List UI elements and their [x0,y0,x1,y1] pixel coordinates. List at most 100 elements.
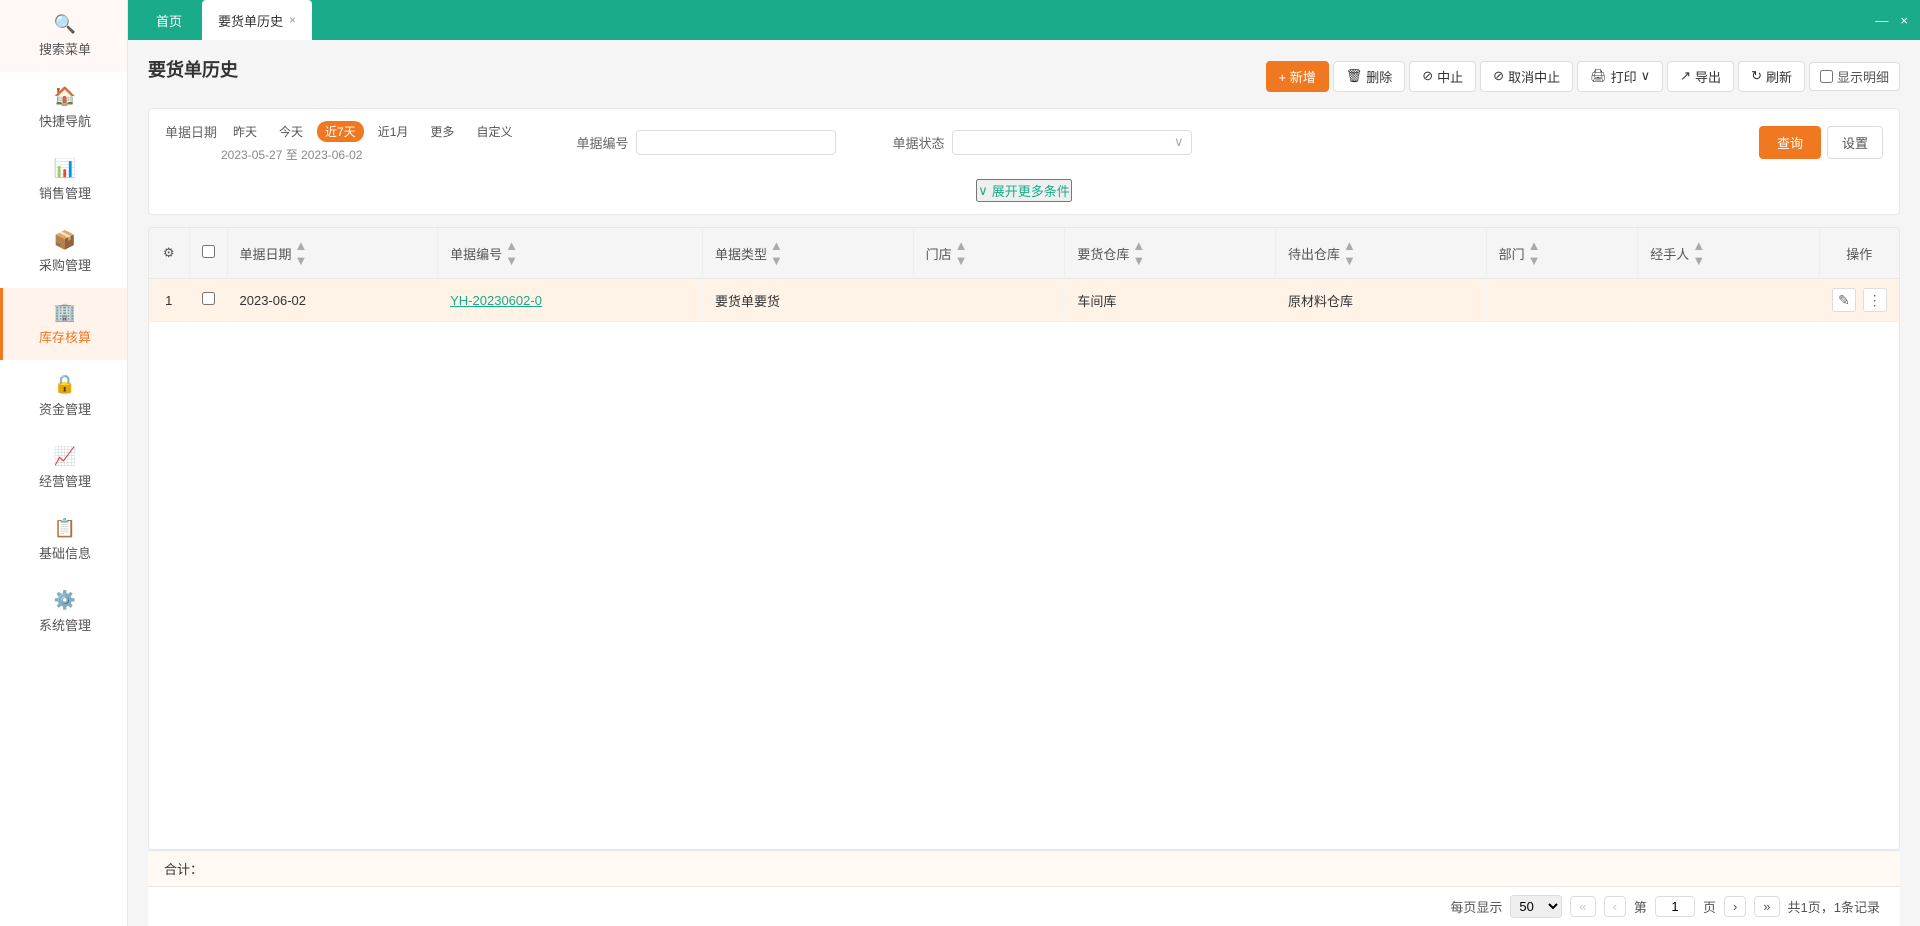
last-page-button[interactable]: » [1754,896,1779,917]
select-all-checkbox[interactable] [202,245,215,258]
date-range-display: 2023-05-27 至 2023-06-02 [221,146,362,163]
row-edit-icon[interactable]: ✎ [1832,288,1856,312]
action-bar: + 新增 🗑 删除 ⊘ 中止 ⊘ 取消中止 🖨 打印 ∨ [1266,61,1901,92]
export-icon: ↗ [1680,68,1691,84]
status-label: 单据状态 [892,133,944,152]
row-doc-type: 要货单要货 [703,279,914,322]
base-info-icon: 📋 [54,518,76,539]
stop-button[interactable]: ⊘ 中止 [1409,61,1476,92]
settings-button[interactable]: 设置 [1827,126,1883,159]
cancel-stop-button[interactable]: ⊘ 取消中止 [1480,61,1573,92]
export-button[interactable]: ↗ 导出 [1667,61,1734,92]
doc-no-label: 单据编号 [576,133,628,152]
cancel-stop-icon: ⊘ [1493,68,1504,84]
minimize-button[interactable]: — [1875,13,1888,28]
date-btn-7days[interactable]: 近7天 [317,121,364,142]
sidebar-item-ops-mgmt[interactable]: 📈 经营管理 [0,432,127,504]
close-window-button[interactable]: × [1900,13,1908,28]
tab-home[interactable]: 首页 [140,0,198,40]
main-area: 首页 要货单历史 × — × 要货单历史 + 新增 🗑 删除 ⊘ [128,0,1920,926]
prev-page-button[interactable]: ‹ [1604,896,1626,917]
refresh-button[interactable]: ↻ 刷新 [1738,61,1805,92]
row-store [913,279,1065,322]
table-header-row: ⚙ 单据日期 ▲▼ 单据编号 [149,228,1899,279]
sort-store[interactable]: ▲▼ [955,238,968,268]
next-page-button[interactable]: › [1724,896,1746,917]
doc-no-link[interactable]: YH-20230602-0 [450,293,542,308]
sidebar: 🔍 搜索菜单 🏠 快捷导航 📊 销售管理 📦 采购管理 🏢 库存核算 🔒 资金管… [0,0,128,926]
sidebar-label-search-menu: 搜索菜单 [39,39,91,58]
sort-pending-warehouse[interactable]: ▲▼ [1343,238,1356,268]
sort-doc-date[interactable]: ▲▼ [295,238,308,268]
date-btn-custom[interactable]: 自定义 [468,121,520,142]
sort-handler[interactable]: ▲▼ [1692,238,1705,268]
row-doc-no: YH-20230602-0 [438,279,703,322]
expand-icon: ∨ [978,183,988,199]
close-tab-icon[interactable]: × [289,13,296,27]
sidebar-item-sys-mgmt[interactable]: ⚙️ 系统管理 [0,576,127,648]
display-detail-checkbox[interactable] [1820,70,1833,83]
th-operations: 操作 [1819,228,1899,279]
display-detail-button[interactable]: 显示明细 [1809,62,1900,91]
sidebar-item-quick-nav[interactable]: 🏠 快捷导航 [0,72,127,144]
status-input[interactable] [953,131,1165,154]
current-page-input[interactable] [1655,896,1695,917]
table-row: 1 2023-06-02 YH-20230602-0 要货单要货 车间库 原材料… [149,279,1899,322]
print-button[interactable]: 🖨 打印 ∨ [1577,61,1663,92]
sort-doc-type[interactable]: ▲▼ [770,238,783,268]
ops-mgmt-icon: 📈 [54,446,76,467]
sidebar-label-fund-mgmt: 资金管理 [39,399,91,418]
sidebar-item-purchase-mgmt[interactable]: 📦 采购管理 [0,216,127,288]
fund-mgmt-icon: 🔒 [54,374,76,395]
sidebar-label-sales-mgmt: 销售管理 [39,183,91,202]
stop-icon: ⊘ [1422,68,1433,84]
refresh-icon: ↻ [1751,68,1762,84]
page-title: 要货单历史 [148,56,238,82]
filter-row-1: 单据日期 昨天 今天 近7天 近1月 更多 自定义 2023-05-27 至 2… [165,121,1883,163]
sidebar-item-sales-mgmt[interactable]: 📊 销售管理 [0,144,127,216]
row-department [1486,279,1638,322]
expand-filter-button[interactable]: ∨ 展开更多条件 [976,179,1072,202]
doc-no-input[interactable] [636,130,836,155]
date-btn-more[interactable]: 更多 [422,121,462,142]
summary-label: 合计： [164,859,203,878]
per-page-select[interactable]: 50 10 20 100 [1510,895,1562,918]
th-doc-type: 单据类型 ▲▼ [703,228,914,279]
row-pending-warehouse: 原材料仓库 [1275,279,1486,322]
filter-bar: 单据日期 昨天 今天 近7天 近1月 更多 自定义 2023-05-27 至 2… [148,108,1900,215]
topbar: 首页 要货单历史 × — × [128,0,1920,40]
row-select-checkbox[interactable] [202,292,215,305]
content-area: 要货单历史 + 新增 🗑 删除 ⊘ 中止 ⊘ 取消中止 🖨 [128,40,1920,926]
purchase-mgmt-icon: 📦 [54,230,76,251]
row-doc-date: 2023-06-02 [227,279,438,322]
table-summary-footer: 合计： [148,850,1900,886]
date-btn-today[interactable]: 今天 [271,121,311,142]
tab-requisition-history[interactable]: 要货单历史 × [202,0,312,40]
th-handler: 经手人 ▲▼ [1638,228,1819,279]
new-button[interactable]: + 新增 [1266,61,1329,92]
pagination-bar: 每页显示 50 10 20 100 « ‹ 第 页 › » 共1页，1条记录 [148,886,1900,926]
date-btn-1month[interactable]: 近1月 [370,121,417,142]
sys-mgmt-icon: ⚙️ [54,590,76,611]
th-doc-no: 单据编号 ▲▼ [438,228,703,279]
total-info: 共1页，1条记录 [1788,897,1880,916]
th-settings: ⚙ [149,228,189,279]
sidebar-item-base-info[interactable]: 📋 基础信息 [0,504,127,576]
sidebar-item-search-menu[interactable]: 🔍 搜索菜单 [0,0,127,72]
row-detail-icon[interactable]: ⋮ [1863,288,1887,312]
status-dropdown-icon[interactable]: ∨ [1166,134,1192,150]
page-label: 页 [1703,897,1716,916]
sidebar-item-inventory[interactable]: 🏢 库存核算 [0,288,127,360]
topbar-right-controls: — × [1875,13,1908,28]
search-menu-icon: 🔍 [54,14,76,35]
date-btn-yesterday[interactable]: 昨天 [225,121,265,142]
sort-req-warehouse[interactable]: ▲▼ [1132,238,1145,268]
delete-button[interactable]: 🗑 删除 [1333,61,1406,92]
th-req-warehouse: 要货仓库 ▲▼ [1065,228,1276,279]
sidebar-item-fund-mgmt[interactable]: 🔒 资金管理 [0,360,127,432]
sort-doc-no[interactable]: ▲▼ [505,238,518,268]
first-page-button[interactable]: « [1570,896,1595,917]
sort-department[interactable]: ▲▼ [1528,238,1541,268]
query-button[interactable]: 查询 [1759,126,1821,159]
sidebar-label-ops-mgmt: 经营管理 [39,471,91,490]
